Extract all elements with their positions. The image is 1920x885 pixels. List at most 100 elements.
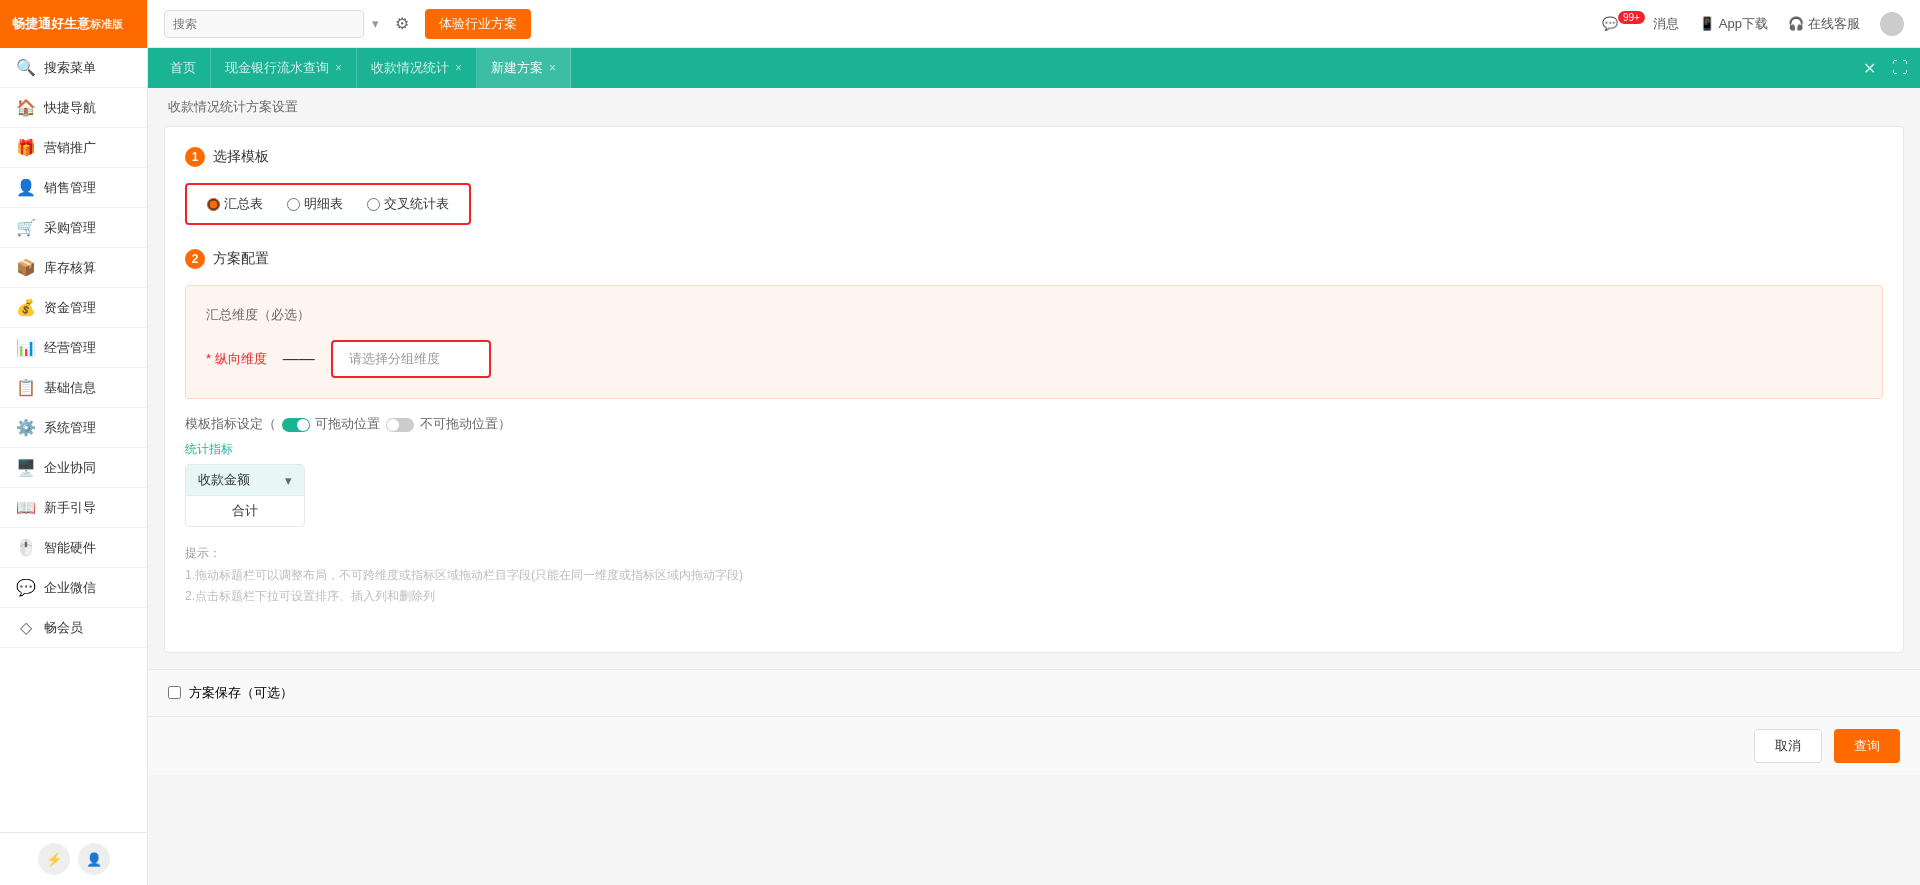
sidebar-item-inventory[interactable]: 📦 库存核算 [0, 248, 147, 288]
save-checkbox[interactable] [168, 686, 181, 699]
step2-number: 2 [185, 249, 205, 269]
radio-summary[interactable]: 汇总表 [207, 195, 263, 213]
stats-table: 收款金额 ▾ 合计 [185, 464, 305, 527]
tab-payment-stats[interactable]: 收款情况统计 × [357, 48, 477, 88]
user-avatar[interactable] [1880, 12, 1904, 36]
messages-button[interactable]: 💬 99+ 消息 [1602, 15, 1679, 33]
dimension-field-label: * 纵向维度 [206, 350, 267, 368]
radio-detail-label[interactable]: 明细表 [304, 195, 343, 213]
main-card: 1 选择模板 汇总表 明细表 交叉统计表 [164, 126, 1904, 653]
sidebar-item-funds[interactable]: 💰 资金管理 [0, 288, 147, 328]
online-support-label: 在线客服 [1808, 15, 1860, 33]
settings-icon[interactable]: ⚙ [395, 14, 409, 33]
sidebar-item-sales[interactable]: 👤 销售管理 [0, 168, 147, 208]
support-icon: 🎧 [1788, 16, 1804, 31]
step1-section: 1 选择模板 汇总表 明细表 交叉统计表 [185, 147, 1883, 225]
sidebar-item-basic-info[interactable]: 📋 基础信息 [0, 368, 147, 408]
sidebar-item-system[interactable]: ⚙️ 系统管理 [0, 408, 147, 448]
topbar-dropdown-arrow[interactable]: ▾ [372, 16, 379, 31]
radio-cross-stats-input[interactable] [367, 198, 380, 211]
stats-table-cell: 合计 [186, 496, 304, 526]
sidebar-item-label: 智能硬件 [44, 539, 96, 557]
metrics-label-text: 模板指标设定（ [185, 416, 276, 431]
sidebar-item-newbie[interactable]: 📖 新手引导 [0, 488, 147, 528]
online-support-button[interactable]: 🎧 在线客服 [1788, 15, 1860, 33]
breadcrumb: 收款情况统计方案设置 [148, 88, 1920, 126]
tip1: 1.拖动标题栏可以调整布局，不可跨维度或指标区域拖动栏目字段(只能在同一维度或指… [185, 568, 743, 582]
expand-icon[interactable]: ⛶ [1888, 59, 1912, 77]
radio-detail-input[interactable] [287, 198, 300, 211]
sidebar-item-label: 资金管理 [44, 299, 96, 317]
member-icon: ◇ [16, 618, 36, 637]
radio-summary-input[interactable] [207, 198, 220, 211]
radio-cross-stats[interactable]: 交叉统计表 [367, 195, 449, 213]
stats-dropdown-arrow[interactable]: ▾ [285, 473, 292, 488]
tips-title: 提示： [185, 546, 221, 560]
sidebar-item-label: 企业协同 [44, 459, 96, 477]
app-name: 畅捷通好生意 [12, 16, 90, 32]
search-icon: 🔍 [16, 58, 36, 77]
metrics-toggle-indicator2 [386, 418, 414, 432]
app-download-button[interactable]: 📱 App下载 [1699, 15, 1768, 33]
download-icon: 📱 [1699, 16, 1715, 31]
step1-title: 选择模板 [213, 148, 269, 166]
save-option: 方案保存（可选） [148, 669, 1920, 716]
search-input[interactable] [164, 10, 364, 38]
sidebar-item-hardware[interactable]: 🖱️ 智能硬件 [0, 528, 147, 568]
tab-cash-bank-close[interactable]: × [335, 61, 342, 75]
stats-table-header[interactable]: 收款金额 ▾ [186, 465, 304, 496]
breadcrumb-text: 收款情况统计方案设置 [168, 99, 298, 114]
cancel-button[interactable]: 取消 [1754, 729, 1822, 763]
sidebar-bottom-icon-1[interactable]: ⚡ [38, 843, 70, 875]
step2-section: 2 方案配置 汇总维度（必选） * 纵向维度 —— 请选择分组维度 [185, 249, 1883, 608]
sidebar-item-label: 基础信息 [44, 379, 96, 397]
template-selection-box: 汇总表 明细表 交叉统计表 [185, 183, 471, 225]
sidebar-item-quick-nav[interactable]: 🏠 快捷导航 [0, 88, 147, 128]
edition-badge: 标准版 [90, 17, 123, 32]
tab-payment-stats-close[interactable]: × [455, 61, 462, 75]
sidebar-item-operations[interactable]: 📊 经营管理 [0, 328, 147, 368]
step1-header: 1 选择模板 [185, 147, 1883, 167]
dimension-placeholder: 请选择分组维度 [349, 351, 440, 366]
radio-detail[interactable]: 明细表 [287, 195, 343, 213]
tab-cash-bank-flow[interactable]: 现金银行流水查询 × [211, 48, 357, 88]
tab-payment-stats-label: 收款情况统计 [371, 59, 449, 77]
messages-badge: 99+ [1618, 11, 1645, 24]
radio-summary-label[interactable]: 汇总表 [224, 195, 263, 213]
sidebar-item-enterprise-collab[interactable]: 🖥️ 企业协同 [0, 448, 147, 488]
sidebar-bottom: ⚡ 👤 [0, 832, 147, 885]
tab-cash-bank-label: 现金银行流水查询 [225, 59, 329, 77]
industry-plan-button[interactable]: 体验行业方案 [425, 9, 531, 39]
save-option-label[interactable]: 方案保存（可选） [189, 684, 293, 702]
clipboard-icon: 📋 [16, 378, 36, 397]
radio-cross-stats-label[interactable]: 交叉统计表 [384, 195, 449, 213]
app-download-label: App下载 [1719, 15, 1768, 33]
sidebar-item-label: 经营管理 [44, 339, 96, 357]
tab-new-plan-label: 新建方案 [491, 59, 543, 77]
sidebar-item-search-menu[interactable]: 🔍 搜索菜单 [0, 48, 147, 88]
stats-header-text: 收款金额 [198, 471, 250, 489]
query-button[interactable]: 查询 [1834, 729, 1900, 763]
dimension-arrow: —— [283, 350, 315, 368]
tab-new-plan[interactable]: 新建方案 × [477, 48, 571, 88]
home-icon: 🏠 [16, 98, 36, 117]
tab-home[interactable]: 首页 [156, 48, 211, 88]
metrics-section: 模板指标设定（ 可拖动位置 不可拖动位置） 统计指标 [185, 415, 1883, 527]
sidebar-item-label: 销售管理 [44, 179, 96, 197]
sidebar-bottom-icon-2[interactable]: 👤 [78, 843, 110, 875]
main-content: ▾ ⚙ 体验行业方案 💬 99+ 消息 📱 App下载 🎧 在线客服 首页 [148, 0, 1920, 885]
hardware-icon: 🖱️ [16, 538, 36, 557]
sidebar-item-marketing[interactable]: 🎁 营销推广 [0, 128, 147, 168]
step2-header: 2 方案配置 [185, 249, 1883, 269]
sidebar-item-purchase[interactable]: 🛒 采购管理 [0, 208, 147, 248]
tab-new-plan-close[interactable]: × [549, 61, 556, 75]
sidebar-item-member[interactable]: ◇ 畅会员 [0, 608, 147, 648]
sidebar-item-label: 畅会员 [44, 619, 83, 637]
sidebar-item-wechat[interactable]: 💬 企业微信 [0, 568, 147, 608]
topbar: ▾ ⚙ 体验行业方案 💬 99+ 消息 📱 App下载 🎧 在线客服 [148, 0, 1920, 48]
metrics-label: 模板指标设定（ 可拖动位置 不可拖动位置） [185, 415, 1883, 433]
close-all-icon[interactable]: ✕ [1859, 59, 1880, 78]
page-area: 收款情况统计方案设置 1 选择模板 汇总表 明细表 [148, 88, 1920, 885]
sidebar-item-label: 快捷导航 [44, 99, 96, 117]
dimension-select-box[interactable]: 请选择分组维度 [331, 340, 491, 378]
